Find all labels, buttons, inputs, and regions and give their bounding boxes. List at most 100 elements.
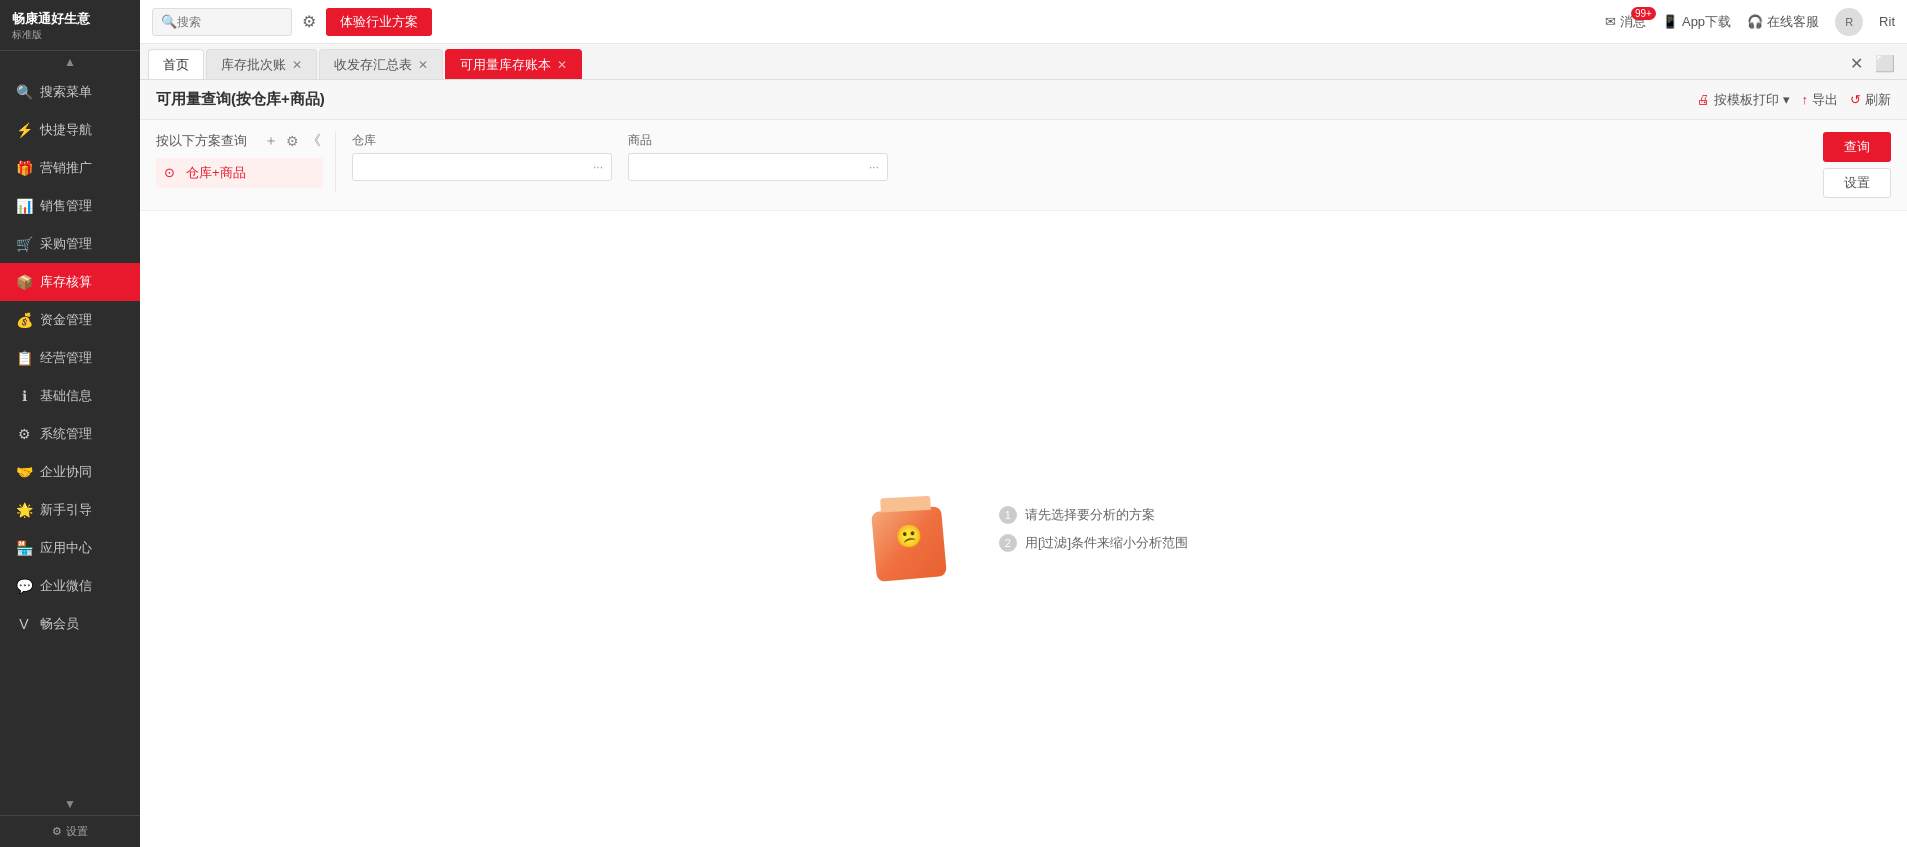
sidebar-item-wechat[interactable]: 💬 企业微信 xyxy=(0,567,140,605)
tab-close-1[interactable]: ✕ xyxy=(292,58,302,72)
print-btn[interactable]: 🖨 按模板打印 ▾ xyxy=(1697,91,1790,109)
export-btn[interactable]: ↑ 导出 xyxy=(1802,91,1839,109)
warehouse-more-btn[interactable]: ··· xyxy=(593,160,603,174)
goods-input[interactable] xyxy=(637,160,865,175)
empty-state: 1 请先选择要分析的方案 2 用[过滤]条件来缩小分析范围 xyxy=(140,211,1907,847)
sidebar-item-sales[interactable]: 📊 销售管理 xyxy=(0,187,140,225)
sidebar-item-label-inventory: 库存核算 xyxy=(40,273,92,291)
sidebar-item-label-appstore: 应用中心 xyxy=(40,539,92,557)
sidebar-item-system[interactable]: ⚙ 系统管理 xyxy=(0,415,140,453)
warehouse-input-box[interactable]: ··· xyxy=(352,153,612,181)
sidebar-item-enterprise[interactable]: 🤝 企业协同 xyxy=(0,453,140,491)
collapse-scheme-btn[interactable]: 《 xyxy=(305,132,323,150)
goods-more-btn[interactable]: ··· xyxy=(869,160,879,174)
search-box[interactable]: 🔍 xyxy=(152,8,292,36)
print-icon: 🖨 xyxy=(1697,92,1710,107)
tab-0[interactable]: 首页 xyxy=(148,49,204,79)
member-icon: V xyxy=(16,616,32,632)
topbar-right: ✉ 消息 99+ 📱 App下载 🎧 在线客服 R Rit xyxy=(1605,8,1895,36)
export-label: 导出 xyxy=(1812,91,1838,109)
sidebar-item-member[interactable]: V 畅会员 xyxy=(0,605,140,643)
tab-label-3: 可用量库存账本 xyxy=(460,56,551,74)
settings-icon[interactable]: ⚙ xyxy=(298,8,320,35)
scheme-item-warehouse-goods[interactable]: ⊙ 仓库+商品 xyxy=(156,158,323,188)
sidebar: 畅康通好生意 标准版 ▲ 🔍 搜索菜单 ⚡ 快捷导航 🎁 营销推广 📊 销售管理… xyxy=(0,0,140,847)
sidebar-item-label-search: 搜索菜单 xyxy=(40,83,92,101)
sidebar-item-marketing[interactable]: 🎁 营销推广 xyxy=(0,149,140,187)
step-num-1: 1 xyxy=(999,506,1017,524)
sidebar-item-label-capital: 资金管理 xyxy=(40,311,92,329)
system-icon: ⚙ xyxy=(16,426,32,442)
export-icon: ↑ xyxy=(1802,92,1809,107)
refresh-label: 刷新 xyxy=(1865,91,1891,109)
sidebar-item-search[interactable]: 🔍 搜索菜单 xyxy=(0,73,140,111)
sidebar-scroll-up[interactable]: ▲ xyxy=(0,51,140,73)
operation-icon: 📋 xyxy=(16,350,32,366)
tab-2[interactable]: 收发存汇总表 ✕ xyxy=(319,49,443,79)
tab-close-3[interactable]: ✕ xyxy=(557,58,567,72)
filter-actions: 查询 设置 xyxy=(1807,132,1891,198)
warehouse-label: 仓库 xyxy=(352,132,612,149)
sidebar-item-inventory[interactable]: 📦 库存核算 xyxy=(0,263,140,301)
tab-close-2[interactable]: ✕ xyxy=(418,58,428,72)
sidebar-item-label-system: 系统管理 xyxy=(40,425,92,443)
app-download-btn[interactable]: 📱 App下载 xyxy=(1662,13,1731,31)
username-label[interactable]: Rit xyxy=(1879,14,1895,29)
sidebar-item-newuser[interactable]: 🌟 新手引导 xyxy=(0,491,140,529)
sidebar-item-basic[interactable]: ℹ 基础信息 xyxy=(0,377,140,415)
trial-btn[interactable]: 体验行业方案 xyxy=(326,8,432,36)
search-input[interactable] xyxy=(177,15,277,29)
sidebar-item-quick[interactable]: ⚡ 快捷导航 xyxy=(0,111,140,149)
sidebar-item-label-purchase: 采购管理 xyxy=(40,235,92,253)
online-service-btn[interactable]: 🎧 在线客服 xyxy=(1747,13,1819,31)
messages-btn[interactable]: ✉ 消息 99+ xyxy=(1605,13,1646,31)
tab-1[interactable]: 库存批次账✕ xyxy=(206,49,317,79)
warehouse-input[interactable] xyxy=(361,160,589,175)
empty-box-graphic xyxy=(871,506,947,582)
sidebar-item-operation[interactable]: 📋 经营管理 xyxy=(0,339,140,377)
topbar: 🔍 ⚙ 体验行业方案 ✉ 消息 99+ 📱 App下载 🎧 在线客服 R xyxy=(140,0,1907,44)
goods-filter-group: 商品 ··· xyxy=(628,132,888,181)
tab-label-2: 收发存汇总表 xyxy=(334,56,412,74)
enterprise-icon: 🤝 xyxy=(16,464,32,480)
filter-settings-btn[interactable]: 设置 xyxy=(1823,168,1891,198)
avatar[interactable]: R xyxy=(1835,8,1863,36)
goods-input-box[interactable]: ··· xyxy=(628,153,888,181)
add-scheme-btn[interactable]: ＋ xyxy=(262,132,280,150)
sidebar-item-label-sales: 销售管理 xyxy=(40,197,92,215)
search-icon: 🔍 xyxy=(161,14,177,29)
brand-sub: 标准版 xyxy=(12,28,128,42)
appstore-icon: 🏪 xyxy=(16,540,32,556)
refresh-btn[interactable]: ↺ 刷新 xyxy=(1850,91,1891,109)
sidebar-item-label-member: 畅会员 xyxy=(40,615,79,633)
sidebar-item-capital[interactable]: 💰 资金管理 xyxy=(0,301,140,339)
goods-label: 商品 xyxy=(628,132,888,149)
search-icon: 🔍 xyxy=(16,84,32,100)
page-title: 可用量查询(按仓库+商品) xyxy=(156,90,325,109)
filter-fields: 仓库 ··· 商品 ··· xyxy=(336,132,1807,181)
step-num-2: 2 xyxy=(999,534,1017,552)
maximize-btn[interactable]: ⬜ xyxy=(1871,52,1899,75)
filter-schemes-panel: 按以下方案查询 ＋ ⚙ 《 ⊙ 仓库+商品 xyxy=(156,132,336,192)
close-all-tabs-btn[interactable]: ✕ xyxy=(1846,52,1867,75)
sidebar-item-label-basic: 基础信息 xyxy=(40,387,92,405)
hint-1-text: 请先选择要分析的方案 xyxy=(1025,506,1155,524)
schemes-header: 按以下方案查询 ＋ ⚙ 《 xyxy=(156,132,323,150)
sidebar-item-purchase[interactable]: 🛒 采购管理 xyxy=(0,225,140,263)
sidebar-item-label-operation: 经营管理 xyxy=(40,349,92,367)
wechat-icon: 💬 xyxy=(16,578,32,594)
sidebar-scroll-down[interactable]: ▼ xyxy=(0,793,140,815)
message-badge: 99+ xyxy=(1631,7,1656,20)
sidebar-item-label-marketing: 营销推广 xyxy=(40,159,92,177)
tabbar-actions: ✕ ⬜ xyxy=(1846,52,1907,79)
marketing-icon: 🎁 xyxy=(16,160,32,176)
sidebar-item-label-quick: 快捷导航 xyxy=(40,121,92,139)
tab-3[interactable]: 可用量库存账本 ✕ xyxy=(445,49,582,79)
quick-icon: ⚡ xyxy=(16,122,32,138)
topbar-left: 🔍 ⚙ 体验行业方案 xyxy=(152,8,1597,36)
settings-scheme-btn[interactable]: ⚙ xyxy=(284,132,301,150)
empty-hint-1: 1 请先选择要分析的方案 xyxy=(999,506,1188,524)
query-btn[interactable]: 查询 xyxy=(1823,132,1891,162)
sales-icon: 📊 xyxy=(16,198,32,214)
sidebar-item-appstore[interactable]: 🏪 应用中心 xyxy=(0,529,140,567)
